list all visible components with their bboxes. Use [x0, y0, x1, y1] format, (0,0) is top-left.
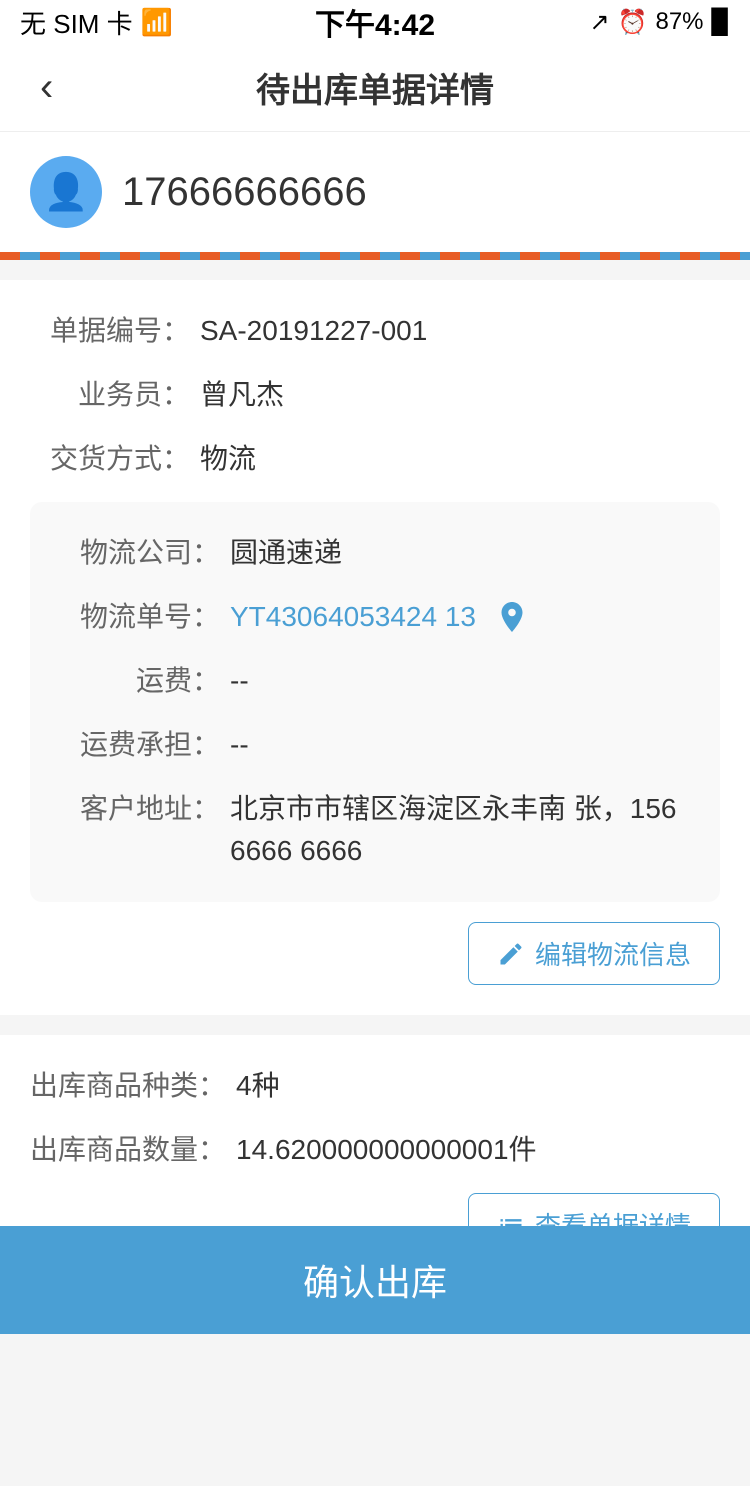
salesman-row: 业务员： 曾凡杰 [30, 374, 720, 416]
order-no-value: SA-20191227-001 [200, 310, 720, 352]
address-label: 客户地址： [60, 788, 220, 830]
goods-types-label: 出库商品种类： [30, 1065, 226, 1107]
freight-bearer-label: 运费承担： [60, 724, 220, 766]
status-time: 下午4:42 [315, 0, 435, 44]
delivery-method-value: 物流 [200, 438, 720, 480]
confirm-label: 确认出库 [303, 1254, 447, 1306]
avatar-icon: 👤 [44, 171, 89, 213]
freight-bearer-value: -- [230, 724, 690, 766]
alarm-icon: ⏰ [618, 8, 648, 37]
avatar: 👤 [30, 156, 102, 228]
edit-logistics-button[interactable]: 编辑物流信息 [468, 922, 720, 985]
basic-info-section: 单据编号： SA-20191227-001 业务员： 曾凡杰 交货方式： 物流 … [0, 280, 750, 1015]
wifi-icon: 📶 [141, 7, 173, 38]
salesman-label: 业务员： [30, 374, 190, 416]
logistics-section: 物流公司： 圆通速递 物流单号： YT43064053424 13 运费： --… [30, 502, 720, 902]
location-icon: ↗ [589, 8, 609, 37]
confirm-button[interactable]: 确认出库 [0, 1226, 750, 1334]
edit-logistics-label: 编辑物流信息 [535, 935, 691, 972]
delivery-method-row: 交货方式： 物流 [30, 438, 720, 480]
tracking-no-row: 物流单号： YT43064053424 13 [60, 596, 690, 638]
order-no-label: 单据编号： [30, 310, 190, 352]
no-sim-text: 无 SIM 卡 [20, 4, 133, 41]
order-no-row: 单据编号： SA-20191227-001 [30, 310, 720, 352]
battery-text: 87% [655, 8, 703, 36]
goods-types-row: 出库商品种类： 4种 [30, 1065, 720, 1107]
salesman-value: 曾凡杰 [200, 374, 720, 416]
customer-phone: 17666666666 [122, 170, 367, 215]
tracking-no-value: YT43064053424 13 [230, 596, 690, 638]
goods-quantity-label: 出库商品数量： [30, 1129, 226, 1171]
goods-quantity-value: 14.620000000000001件 [236, 1129, 720, 1171]
edit-icon [497, 940, 525, 968]
nav-bar: ‹ 待出库单据详情 [0, 44, 750, 132]
location-pin-icon[interactable] [494, 599, 530, 635]
customer-header: 👤 17666666666 [0, 132, 750, 252]
delivery-method-label: 交货方式： [30, 438, 190, 480]
address-value: 北京市市辖区海淀区永丰南 张，156 6666 6666 [230, 788, 690, 872]
battery-icon: ▉ [712, 8, 730, 37]
address-row: 客户地址： 北京市市辖区海淀区永丰南 张，156 6666 6666 [60, 788, 690, 872]
freight-value: -- [230, 660, 690, 702]
tracking-no-label: 物流单号： [60, 596, 220, 638]
goods-types-value: 4种 [236, 1065, 720, 1107]
logistics-company-value: 圆通速递 [230, 532, 690, 574]
freight-bearer-row: 运费承担： -- [60, 724, 690, 766]
page-title: 待出库单据详情 [256, 63, 494, 112]
dashed-divider [0, 252, 750, 260]
logistics-company-label: 物流公司： [60, 532, 220, 574]
edit-logistics-container: 编辑物流信息 [30, 922, 720, 985]
status-bar: 无 SIM 卡 📶 下午4:42 ↗ ⏰ 87% ▉ [0, 0, 750, 44]
status-left: 无 SIM 卡 📶 [20, 4, 173, 41]
freight-label: 运费： [60, 660, 220, 702]
status-right: ↗ ⏰ 87% ▉ [589, 8, 730, 37]
logistics-company-row: 物流公司： 圆通速递 [60, 532, 690, 574]
freight-row: 运费： -- [60, 660, 690, 702]
back-button[interactable]: ‹ [30, 55, 63, 120]
goods-quantity-row: 出库商品数量： 14.620000000000001件 [30, 1129, 720, 1171]
